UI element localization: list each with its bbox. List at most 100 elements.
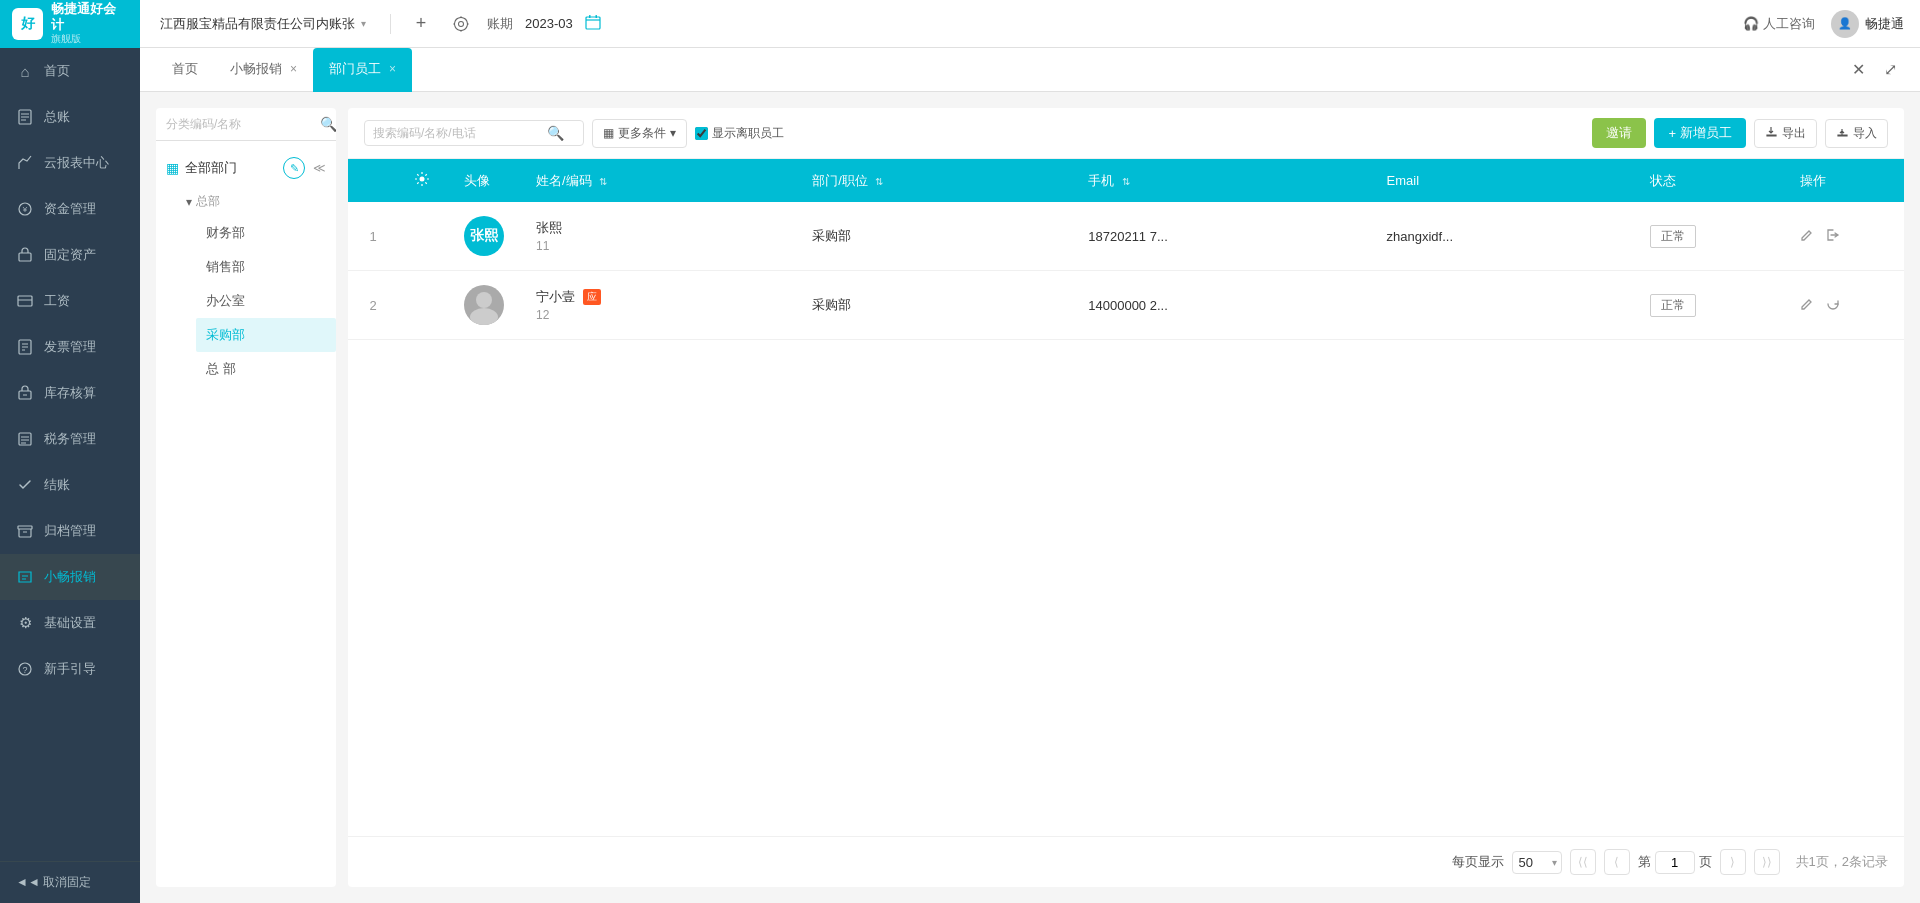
employees-table: 头像 姓名/编码 ⇅ 部门/职位 ⇅ (348, 159, 1904, 340)
dept-item-headquarters[interactable]: 总 部 (196, 352, 336, 386)
archive-icon (16, 522, 34, 540)
tab-close-btn[interactable]: ✕ (1844, 56, 1872, 84)
triangle-icon: ▾ (186, 195, 192, 209)
last-page-button[interactable]: ⟩⟩ (1754, 849, 1780, 875)
total-info: 共1页，2条记录 (1796, 853, 1888, 871)
content-area: 首页 小畅报销 × 部门员工 × ✕ ⤢ 🔍 (140, 48, 1920, 903)
sidebar-item-tax[interactable]: 税务管理 (0, 416, 140, 462)
tab-employees[interactable]: 部门员工 × (313, 48, 412, 92)
tab-expense-close[interactable]: × (290, 62, 297, 76)
dept-item-sales[interactable]: 销售部 (196, 250, 336, 284)
add-employee-button[interactable]: + 新增员工 (1654, 118, 1746, 148)
next-page-button[interactable]: ⟩ (1720, 849, 1746, 875)
svg-rect-2 (595, 15, 597, 18)
per-page-label: 每页显示 (1452, 853, 1504, 871)
row1-settings (398, 202, 448, 271)
sidebar-item-label: 资金管理 (44, 200, 96, 218)
per-page-select-wrapper: 50 100 200 (1512, 851, 1562, 874)
sidebar-item-invoice[interactable]: 发票管理 (0, 324, 140, 370)
edit-icon[interactable] (1800, 297, 1814, 314)
sidebar-item-ledger[interactable]: 总账 (0, 94, 140, 140)
search-input[interactable] (373, 126, 543, 140)
sidebar-item-label: 结账 (44, 476, 70, 494)
svg-text:¥: ¥ (22, 205, 28, 214)
row2-avatar (448, 271, 520, 340)
first-page-button[interactable]: ⟨⟨ (1570, 849, 1596, 875)
sidebar-item-label: 固定资产 (44, 246, 96, 264)
filter-button[interactable]: ▦ 更多条件 ▾ (592, 119, 687, 148)
grid-icon: ▦ (166, 160, 179, 176)
row1-name: 张熙 11 (520, 202, 796, 271)
unfix-button[interactable]: ◄◄ 取消固定 (0, 861, 140, 903)
sidebar-item-label: 云报表中心 (44, 154, 109, 172)
toolbar: 🔍 ▦ 更多条件 ▾ 显示离职员工 邀请 + 新增员工 (348, 108, 1904, 159)
export-button[interactable]: 导出 (1754, 119, 1817, 148)
inventory-icon (16, 384, 34, 402)
sidebar-item-reports[interactable]: 云报表中心 (0, 140, 140, 186)
collapse-icon[interactable]: ≪ (313, 161, 326, 175)
edit-icon[interactable] (1800, 228, 1814, 245)
per-page-select[interactable]: 50 100 200 (1512, 851, 1562, 874)
sidebar-item-settings[interactable]: ⚙ 基础设置 (0, 600, 140, 646)
dept-search-input[interactable] (166, 117, 316, 131)
tax-icon (16, 430, 34, 448)
tab-home[interactable]: 首页 (156, 48, 214, 92)
sidebar-item-closing[interactable]: 结账 (0, 462, 140, 508)
dept-search-icon[interactable]: 🔍 (320, 116, 336, 132)
prev-page-button[interactable]: ⟨ (1604, 849, 1630, 875)
dept-edit-icon[interactable]: ✎ (283, 157, 305, 179)
row2-status: 正常 (1634, 271, 1784, 340)
logo-text: 畅捷通好会计 旗舰版 (51, 1, 128, 46)
invite-button[interactable]: 邀请 (1592, 118, 1646, 148)
svg-text:?: ? (22, 665, 27, 675)
sidebar-item-assets[interactable]: 固定资产 (0, 232, 140, 278)
sidebar-item-funds[interactable]: ¥ 资金管理 (0, 186, 140, 232)
row2-actions (1784, 271, 1904, 340)
header-divider (390, 14, 391, 34)
row2-settings (398, 271, 448, 340)
svg-point-15 (476, 292, 492, 308)
sidebar-item-inventory[interactable]: 库存核算 (0, 370, 140, 416)
dept-item-office[interactable]: 办公室 (196, 284, 336, 318)
period-label: 账期 (487, 15, 513, 33)
sidebar-item-payroll[interactable]: 工资 (0, 278, 140, 324)
col-no (348, 159, 398, 202)
tab-employees-close[interactable]: × (389, 62, 396, 76)
logout-icon[interactable] (1826, 228, 1840, 245)
row1-avatar: 张熙 (448, 202, 520, 271)
calendar-icon[interactable] (585, 14, 601, 34)
sidebar-item-guide[interactable]: ? 新手引导 (0, 646, 140, 692)
show-resigned-checkbox-area[interactable]: 显示离职员工 (695, 125, 784, 142)
dept-item-finance[interactable]: 财务部 (196, 216, 336, 250)
sidebar-item-expense[interactable]: 小畅报销 (0, 554, 140, 600)
phone-sort-icon[interactable]: ⇅ (1122, 176, 1130, 187)
tab-expand-btn[interactable]: ⤢ (1876, 56, 1904, 84)
user-area[interactable]: 👤 畅捷通 (1831, 10, 1904, 38)
company-selector[interactable]: 江西服宝精品有限责任公司内账张 ▾ (152, 11, 374, 37)
sidebar-item-label: 小畅报销 (44, 568, 96, 586)
export-icon (1765, 125, 1778, 141)
settings-icon[interactable] (447, 10, 475, 38)
reports-icon (16, 154, 34, 172)
refresh-icon[interactable] (1826, 297, 1840, 314)
company-dropdown-icon: ▾ (361, 18, 366, 29)
tab-expense[interactable]: 小畅报销 × (214, 48, 313, 92)
all-depts-item[interactable]: ▦ 全部部门 ✎ ≪ (156, 149, 336, 187)
sidebar-item-label: 税务管理 (44, 430, 96, 448)
name-sort-icon[interactable]: ⇅ (599, 176, 607, 187)
col-settings (398, 159, 448, 202)
page-input[interactable] (1655, 851, 1695, 874)
show-resigned-checkbox[interactable] (695, 127, 708, 140)
dept-item-purchasing[interactable]: 采购部 (196, 318, 336, 352)
dept-sort-icon[interactable]: ⇅ (875, 176, 883, 187)
service-button[interactable]: 🎧 人工咨询 (1743, 15, 1815, 33)
logo-area: 好 畅捷通好会计 旗舰版 (0, 0, 140, 48)
ledger-icon (16, 108, 34, 126)
add-company-button[interactable]: + (407, 10, 435, 38)
sidebar-item-archive[interactable]: 归档管理 (0, 508, 140, 554)
action-icons (1800, 228, 1888, 245)
sidebar-item-home[interactable]: ⌂ 首页 (0, 48, 140, 94)
search-icon[interactable]: 🔍 (547, 125, 564, 141)
import-button[interactable]: 导入 (1825, 119, 1888, 148)
gear-icon: ⚙ (16, 614, 34, 632)
